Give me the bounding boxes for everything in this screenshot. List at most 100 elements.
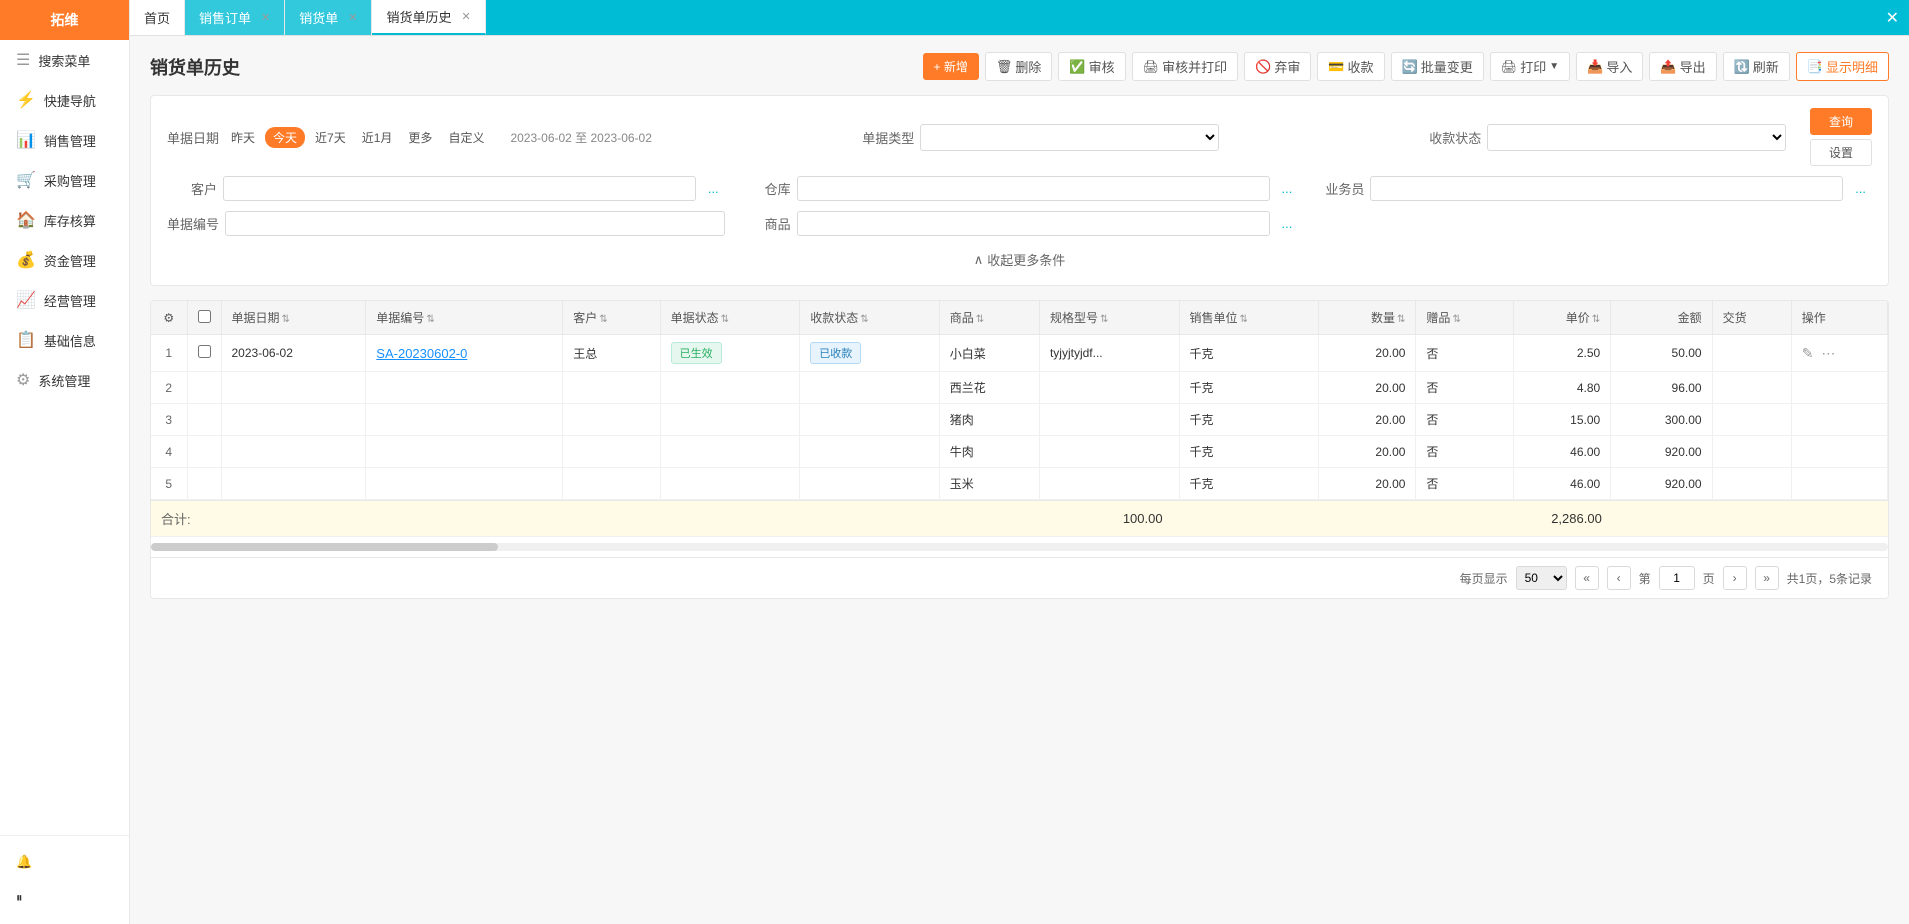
settings-button[interactable]: 设置: [1810, 139, 1872, 166]
sidebar-item-sales-mgmt[interactable]: 📊 销售管理: [0, 120, 129, 160]
filter-collect-status: 收款状态: [1429, 124, 1786, 151]
cell-unit-price: 46.00: [1513, 436, 1610, 468]
refresh-button[interactable]: 🔃 刷新: [1723, 52, 1790, 81]
type-select[interactable]: [920, 124, 1219, 151]
sidebar-item-purchase-mgmt[interactable]: 🛒 采购管理: [0, 160, 129, 200]
cell-doc-no[interactable]: SA-20230602-0: [366, 335, 563, 372]
th-checkbox[interactable]: [187, 301, 221, 335]
tab-sales-history[interactable]: 销货单历史 ✕: [372, 0, 485, 35]
export-button[interactable]: 📤 导出: [1649, 52, 1716, 81]
th-doc-status[interactable]: 单据状态⇅: [660, 301, 800, 335]
more-ops-icon[interactable]: ⋯: [1821, 345, 1835, 362]
th-goods[interactable]: 商品⇅: [939, 301, 1039, 335]
date-today[interactable]: 今天: [265, 127, 305, 148]
collapse-button[interactable]: ∧ 收起更多条件: [167, 246, 1872, 273]
sidebar-item-inventory[interactable]: 🏠 库存核算: [0, 200, 129, 240]
date-more[interactable]: 更多: [402, 127, 438, 148]
tab-sales-goods[interactable]: 销货单 ✕: [285, 0, 372, 35]
row-checkbox[interactable]: [198, 345, 211, 358]
doc-no-input[interactable]: [225, 211, 725, 236]
th-unit[interactable]: 销售单位⇅: [1179, 301, 1319, 335]
cell-doc-status: [660, 436, 800, 468]
customer-input[interactable]: [223, 176, 696, 201]
sidebar-item-basic-info[interactable]: 📋 基础信息: [0, 320, 129, 360]
cell-goods: 玉米: [939, 468, 1039, 500]
collect-status-select[interactable]: [1487, 124, 1786, 151]
tab-sales-history-close[interactable]: ✕: [462, 10, 471, 23]
page-last-btn[interactable]: »: [1755, 566, 1779, 590]
cell-ops: [1791, 404, 1887, 436]
warehouse-dots[interactable]: ...: [1276, 179, 1299, 198]
cell-checkbox[interactable]: [187, 372, 221, 404]
select-all-checkbox[interactable]: [198, 310, 211, 323]
filter-warehouse: 仓库 ...: [741, 176, 1299, 201]
th-transaction[interactable]: 交货: [1712, 301, 1791, 335]
table-scrollbar[interactable]: [151, 543, 1888, 551]
page-next-btn[interactable]: ›: [1723, 566, 1747, 590]
th-unit-price[interactable]: 单价⇅: [1513, 301, 1610, 335]
import-button[interactable]: 📥 导入: [1576, 52, 1643, 81]
abandon-button[interactable]: 🚫 弃审: [1244, 52, 1311, 81]
salesperson-dots[interactable]: ...: [1849, 179, 1872, 198]
per-page-select[interactable]: 50 100 200: [1516, 566, 1567, 590]
cell-doc-no[interactable]: [366, 468, 563, 500]
batch-change-button[interactable]: 🔄 批量变更: [1391, 52, 1484, 81]
cell-gift: 否: [1416, 372, 1513, 404]
display-details-button[interactable]: 📑 显示明细: [1796, 52, 1889, 81]
cell-transaction: [1712, 372, 1791, 404]
review-print-button[interactable]: 🖨 审核并打印: [1132, 52, 1239, 81]
tab-bar-close-all[interactable]: ✕: [1886, 8, 1909, 28]
cell-spec: [1039, 404, 1179, 436]
th-doc-no[interactable]: 单据编号⇅: [366, 301, 563, 335]
cell-goods: 猪肉: [939, 404, 1039, 436]
sidebar-item-search-menu[interactable]: ☰ 搜索菜单: [0, 40, 129, 80]
tab-home[interactable]: 首页: [130, 0, 185, 35]
date-7days[interactable]: 近7天: [309, 127, 352, 148]
sidebar-item-quick-nav[interactable]: ⚡ 快捷导航: [0, 80, 129, 120]
cell-doc-no[interactable]: [366, 436, 563, 468]
sidebar-pause[interactable]: ⏸: [0, 880, 129, 916]
customer-dots[interactable]: ...: [702, 179, 725, 198]
goods-dots[interactable]: ...: [1276, 214, 1299, 233]
th-settings[interactable]: ⚙: [151, 301, 187, 335]
date-yesterday[interactable]: 昨天: [225, 127, 261, 148]
th-customer[interactable]: 客户⇅: [563, 301, 660, 335]
th-spec[interactable]: 规格型号⇅: [1039, 301, 1179, 335]
query-button[interactable]: 查询: [1810, 108, 1872, 135]
cell-checkbox[interactable]: [187, 404, 221, 436]
edit-icon[interactable]: ✎: [1802, 345, 1814, 362]
page-first-btn[interactable]: «: [1575, 566, 1599, 590]
th-collect-status[interactable]: 收款状态⇅: [800, 301, 940, 335]
cell-checkbox[interactable]: [187, 335, 221, 372]
tab-sales-goods-close[interactable]: ✕: [348, 11, 357, 24]
review-button[interactable]: ✅ 审核: [1058, 52, 1125, 81]
th-amount[interactable]: 金额: [1611, 301, 1712, 335]
page-prev-btn[interactable]: ‹: [1607, 566, 1631, 590]
new-button[interactable]: + 新增: [923, 53, 979, 80]
salesperson-input[interactable]: [1370, 176, 1843, 201]
th-doc-date[interactable]: 单据日期⇅: [221, 301, 366, 335]
sidebar-item-operations[interactable]: 📈 经营管理: [0, 280, 129, 320]
tab-sales-order-close[interactable]: ✕: [261, 11, 270, 24]
tab-sales-order[interactable]: 销售订单 ✕: [185, 0, 285, 35]
delete-button[interactable]: 🗑 删除: [985, 52, 1053, 81]
page-input[interactable]: [1659, 566, 1695, 590]
sidebar-item-finance[interactable]: 💰 资金管理: [0, 240, 129, 280]
date-custom[interactable]: 自定义: [442, 127, 490, 148]
scrollbar-thumb[interactable]: [151, 543, 498, 551]
cell-row-num: 5: [151, 468, 187, 500]
cell-checkbox[interactable]: [187, 436, 221, 468]
print-button[interactable]: 🖨 打印 ▼: [1490, 52, 1570, 81]
goods-input[interactable]: [797, 211, 1270, 236]
cell-doc-no[interactable]: [366, 372, 563, 404]
sidebar-notification[interactable]: 🔔: [0, 844, 129, 880]
th-qty[interactable]: 数量⇅: [1319, 301, 1416, 335]
warehouse-input[interactable]: [797, 176, 1270, 201]
cell-checkbox[interactable]: [187, 468, 221, 500]
th-gift[interactable]: 赠品⇅: [1416, 301, 1513, 335]
collect-button[interactable]: 💳 收款: [1317, 52, 1384, 81]
date-1month[interactable]: 近1月: [356, 127, 399, 148]
cell-doc-no[interactable]: [366, 404, 563, 436]
cell-qty: 20.00: [1319, 468, 1416, 500]
sidebar-item-system-mgmt[interactable]: ⚙ 系统管理: [0, 360, 129, 400]
